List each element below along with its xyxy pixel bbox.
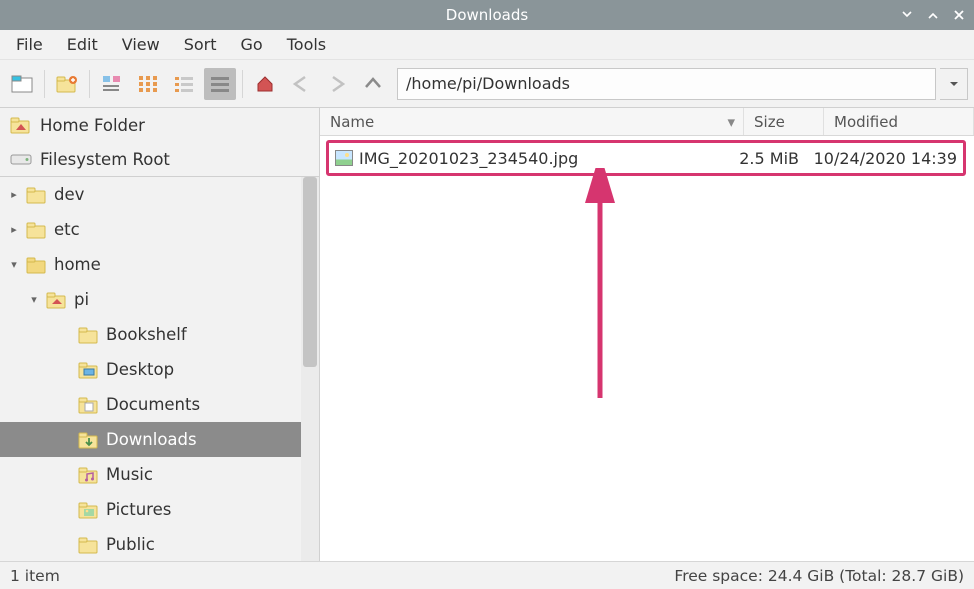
- file-pane: Name ▾ Size Modified IMG_20201023_234540…: [320, 108, 974, 561]
- new-tab-button[interactable]: [6, 68, 38, 100]
- view-icons-button[interactable]: [96, 68, 128, 100]
- place-label: Home Folder: [40, 116, 145, 135]
- column-size[interactable]: Size: [744, 108, 824, 135]
- tree-item-pi[interactable]: ▾ pi: [0, 282, 301, 317]
- tree-item-label: home: [54, 255, 101, 274]
- place-filesystem-root[interactable]: Filesystem Root: [0, 142, 319, 176]
- tree-item-desktop[interactable]: Desktop: [0, 352, 301, 387]
- tree-item-etc[interactable]: ▸ etc: [0, 212, 301, 247]
- folder-icon: [78, 431, 100, 449]
- tree-item-label: Documents: [106, 395, 200, 414]
- folder-icon: [78, 466, 100, 484]
- tree-scrollbar[interactable]: [301, 177, 319, 561]
- go-up-button[interactable]: [357, 68, 389, 100]
- folder-icon: [78, 361, 100, 379]
- file-list-highlight: IMG_20201023_234540.jpg2.5 MiB10/24/2020…: [326, 140, 966, 176]
- folder-icon: [78, 326, 100, 344]
- column-name-label: Name: [330, 113, 374, 131]
- menu-tools[interactable]: Tools: [277, 31, 336, 58]
- tree-item-label: Music: [106, 465, 153, 484]
- column-modified[interactable]: Modified: [824, 108, 974, 135]
- tree-item-label: Pictures: [106, 500, 171, 519]
- status-item-count: 1 item: [10, 567, 60, 585]
- menu-sort[interactable]: Sort: [174, 31, 227, 58]
- directory-tree: ▸ dev ▸ etc ▾ home ▾ pi Bookshelf Desktop Document…: [0, 177, 301, 561]
- path-history-dropdown[interactable]: [940, 68, 968, 100]
- tree-item-label: Downloads: [106, 430, 197, 449]
- tree-item-public[interactable]: Public: [0, 527, 301, 561]
- separator: [44, 70, 45, 98]
- file-modified: 10/24/2020 14:39: [803, 149, 963, 168]
- separator: [242, 70, 243, 98]
- column-modified-label: Modified: [834, 113, 898, 131]
- tree-item-label: Desktop: [106, 360, 174, 379]
- tree-item-label: Public: [106, 535, 155, 554]
- place-label: Filesystem Root: [40, 150, 170, 169]
- folder-icon: [26, 186, 48, 204]
- folder-icon: [78, 501, 100, 519]
- folder-icon: [26, 221, 48, 239]
- sort-indicator-icon: ▾: [727, 113, 735, 131]
- status-free-space: Free space: 24.4 GiB (Total: 28.7 GiB): [674, 567, 964, 585]
- chevron-down-icon[interactable]: ▾: [28, 293, 40, 306]
- view-thumbnails-button[interactable]: [132, 68, 164, 100]
- toolbar: /home/pi/Downloads: [0, 60, 974, 108]
- disk-icon: [10, 148, 32, 170]
- file-row[interactable]: IMG_20201023_234540.jpg2.5 MiB10/24/2020…: [329, 143, 963, 173]
- folder-icon: [78, 396, 100, 414]
- file-size: 2.5 MiB: [725, 149, 803, 168]
- menu-file[interactable]: File: [6, 31, 53, 58]
- tree-item-bookshelf[interactable]: Bookshelf: [0, 317, 301, 352]
- home-icon: [10, 114, 32, 136]
- status-bar: 1 item Free space: 24.4 GiB (Total: 28.7…: [0, 561, 974, 589]
- path-entry[interactable]: /home/pi/Downloads: [397, 68, 936, 100]
- new-folder-button[interactable]: [51, 68, 83, 100]
- scrollbar-thumb[interactable]: [303, 177, 317, 367]
- file-name: IMG_20201023_234540.jpg: [359, 149, 725, 168]
- chevron-down-icon[interactable]: ▾: [8, 258, 20, 271]
- place-home-folder[interactable]: Home Folder: [0, 108, 319, 142]
- menu-view[interactable]: View: [112, 31, 170, 58]
- folder-icon: [46, 291, 68, 309]
- separator: [89, 70, 90, 98]
- folder-icon: [78, 536, 100, 554]
- go-back-button[interactable]: [285, 68, 317, 100]
- column-name[interactable]: Name ▾: [320, 108, 744, 135]
- tree-item-label: Bookshelf: [106, 325, 187, 344]
- folder-icon: [26, 256, 48, 274]
- title-bar: Downloads: [0, 0, 974, 30]
- minimize-icon[interactable]: [900, 8, 914, 22]
- column-header: Name ▾ Size Modified: [320, 108, 974, 136]
- tree-item-label: pi: [74, 290, 89, 309]
- column-size-label: Size: [754, 113, 785, 131]
- tree-item-dev[interactable]: ▸ dev: [0, 177, 301, 212]
- go-home-button[interactable]: [249, 68, 281, 100]
- go-forward-button[interactable]: [321, 68, 353, 100]
- tree-item-label: etc: [54, 220, 80, 239]
- window-title: Downloads: [446, 6, 528, 24]
- places-panel: Home Folder Filesystem Root: [0, 108, 319, 177]
- close-icon[interactable]: [952, 8, 966, 22]
- view-details-button[interactable]: [204, 68, 236, 100]
- tree-item-downloads[interactable]: Downloads: [0, 422, 301, 457]
- sidebar: Home Folder Filesystem Root ▸ dev ▸ etc ▾ hom…: [0, 108, 320, 561]
- maximize-icon[interactable]: [926, 8, 940, 22]
- tree-item-label: dev: [54, 185, 84, 204]
- chevron-right-icon[interactable]: ▸: [8, 188, 20, 201]
- tree-item-home[interactable]: ▾ home: [0, 247, 301, 282]
- image-file-icon: [329, 150, 359, 166]
- annotation-arrow-icon: [570, 168, 630, 408]
- menu-go[interactable]: Go: [231, 31, 273, 58]
- window-controls: [900, 8, 966, 22]
- tree-item-pictures[interactable]: Pictures: [0, 492, 301, 527]
- menu-bar: File Edit View Sort Go Tools: [0, 30, 974, 60]
- path-text: /home/pi/Downloads: [406, 74, 570, 93]
- menu-edit[interactable]: Edit: [57, 31, 108, 58]
- tree-item-music[interactable]: Music: [0, 457, 301, 492]
- view-compact-button[interactable]: [168, 68, 200, 100]
- tree-item-documents[interactable]: Documents: [0, 387, 301, 422]
- chevron-right-icon[interactable]: ▸: [8, 223, 20, 236]
